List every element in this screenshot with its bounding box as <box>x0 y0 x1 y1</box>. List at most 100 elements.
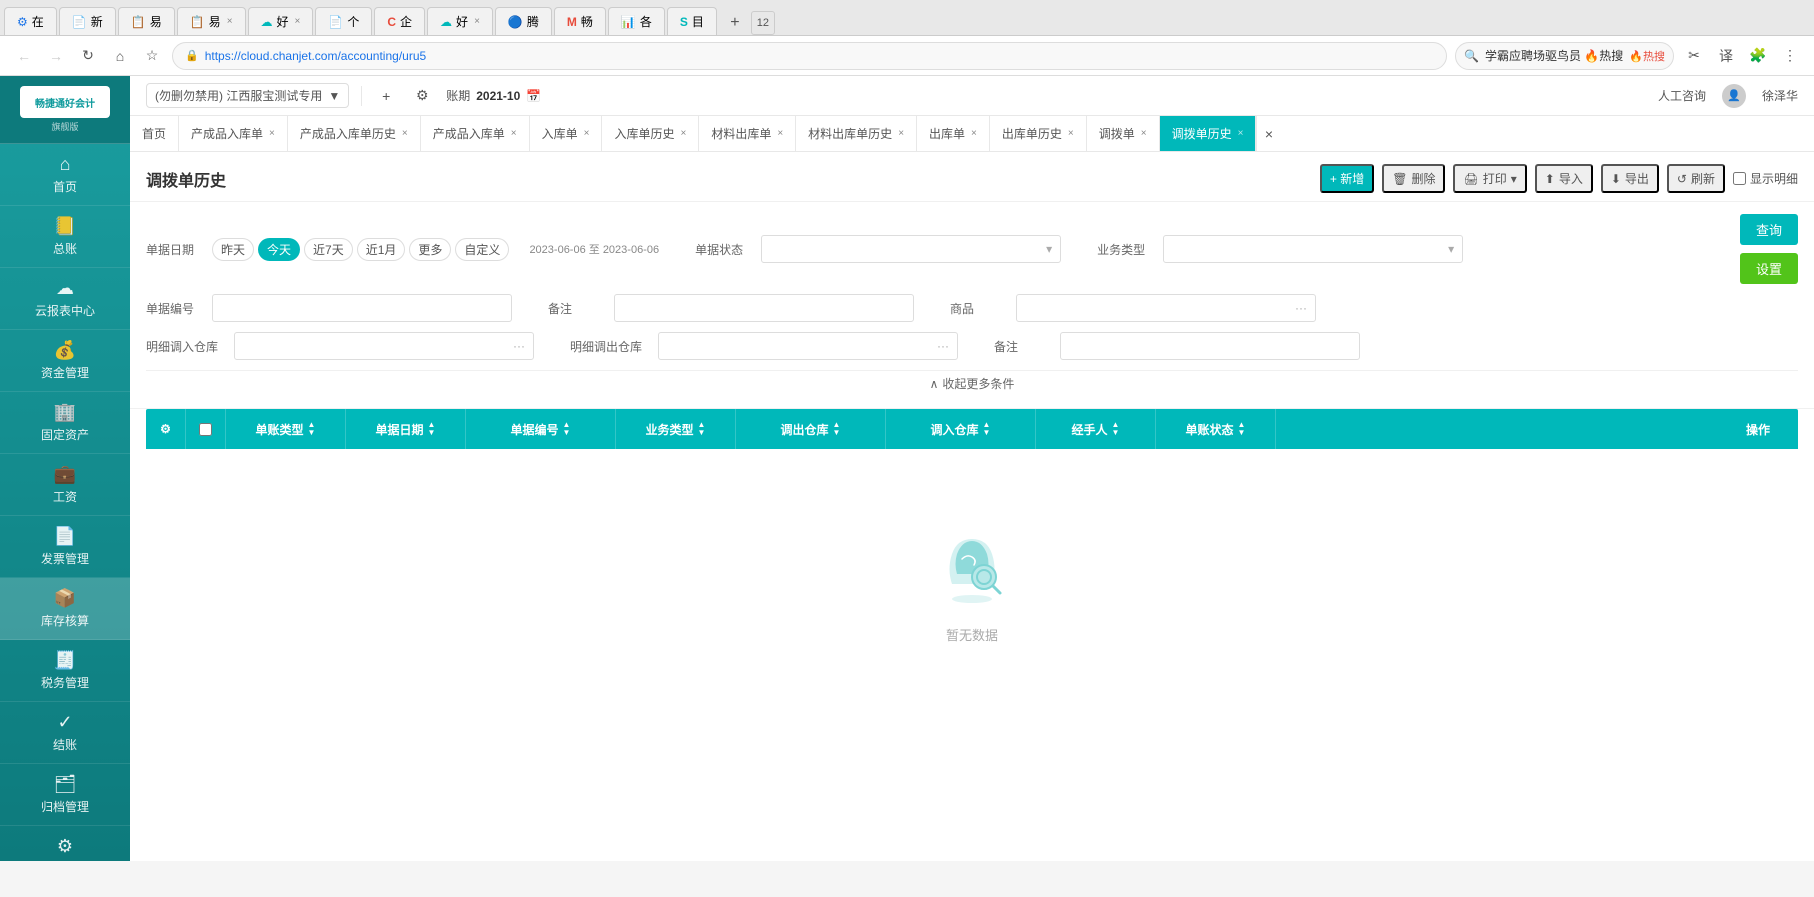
remark-input[interactable] <box>614 294 914 322</box>
display-checkbox[interactable] <box>1733 172 1746 185</box>
th-checkbox[interactable] <box>186 409 226 449</box>
nav-tab-out-hist[interactable]: 出库单历史 × <box>990 116 1087 152</box>
goods-input[interactable]: ··· <box>1016 294 1316 322</box>
browser-tab-8[interactable]: 🔵 腾 <box>495 7 552 35</box>
collapse-btn[interactable]: ∧ 收起更多条件 <box>146 370 1798 396</box>
new-btn[interactable]: + 新增 <box>1320 164 1374 193</box>
nav-tab-mat-out-hist[interactable]: 材料出库单历史 × <box>796 116 917 152</box>
nav-tab-stock-in-hist[interactable]: 入库单历史 × <box>602 116 699 152</box>
search-box[interactable]: 🔍 学霸应聘场驱鸟员 🔥热搜 🔥热搜 <box>1455 42 1674 70</box>
nav-tab-transfer[interactable]: 调拨单 × <box>1087 116 1160 152</box>
close-all-tabs-btn[interactable]: × <box>1256 116 1280 151</box>
browser-tab-1[interactable]: 📄 新 <box>59 7 116 35</box>
select-all-checkbox[interactable] <box>199 423 212 436</box>
nav-tab-stock-in[interactable]: 入库单 × <box>530 116 603 152</box>
nav-tab-close-stock-in-hist[interactable]: × <box>680 128 686 139</box>
nav-tab-close-out[interactable]: × <box>971 128 977 139</box>
th-settings[interactable]: ⚙ <box>146 409 186 449</box>
browser-tab-0[interactable]: ⚙ 在 <box>4 7 57 35</box>
home-btn[interactable]: ⌂ <box>108 44 132 68</box>
nav-tab-home[interactable]: 首页 <box>130 116 179 152</box>
settings-filter-btn[interactable]: 设置 <box>1740 253 1798 284</box>
nav-tab-close-purchase-in-hist[interactable]: × <box>402 128 408 139</box>
new-tab-btn[interactable]: + <box>723 11 747 35</box>
browser-tab-9[interactable]: M 畅 <box>554 7 606 35</box>
sidebar-item-ledger[interactable]: 📒 总账 <box>0 206 130 268</box>
extensions-btn[interactable]: 🧩 <box>1746 44 1770 68</box>
sidebar-item-invoice[interactable]: 📄 发票管理 <box>0 516 130 578</box>
sidebar-item-home[interactable]: ⌂ 首页 <box>0 144 130 206</box>
settings-company-btn[interactable]: ⚙ <box>410 84 434 108</box>
date-today[interactable]: 今天 <box>258 238 300 261</box>
import-btn[interactable]: ⬆ 导入 <box>1535 164 1593 193</box>
company-selector[interactable]: (勿删勿禁用) 江西服宝测试专用 ▼ <box>146 83 349 108</box>
sidebar-item-assets[interactable]: 🏢 固定资产 <box>0 392 130 454</box>
nav-tab-mat-out[interactable]: 材料出库单 × <box>699 116 796 152</box>
th-handler[interactable]: 经手人 ▲▼ <box>1036 409 1156 449</box>
th-out-warehouse[interactable]: 调出仓库 ▲▼ <box>736 409 886 449</box>
date-yesterday[interactable]: 昨天 <box>212 238 254 261</box>
date-more[interactable]: 更多 <box>409 238 451 261</box>
tab-close-7[interactable]: × <box>474 16 480 27</box>
nav-tab-close-transfer-hist[interactable]: × <box>1238 128 1244 139</box>
scissors-btn[interactable]: ✂ <box>1682 44 1706 68</box>
nav-tab-purchase-in2[interactable]: 产成品入库单 × <box>421 116 530 152</box>
sidebar-item-report[interactable]: ☁ 云报表中心 <box>0 268 130 330</box>
nav-tab-close-purchase-in[interactable]: × <box>269 128 275 139</box>
nav-tab-close-mat-out-hist[interactable]: × <box>898 128 904 139</box>
biz-filter-select[interactable]: ▾ <box>1163 235 1463 263</box>
date-7days[interactable]: 近7天 <box>304 238 353 261</box>
add-company-btn[interactable]: + <box>374 84 398 108</box>
tab-close-3[interactable]: × <box>227 16 233 27</box>
th-biz-type[interactable]: 业务类型 ▲▼ <box>616 409 736 449</box>
refresh-btn[interactable]: ↺ 刷新 <box>1667 164 1725 193</box>
tab-close-4[interactable]: × <box>295 16 301 27</box>
sidebar-item-close[interactable]: ✓ 结账 <box>0 702 130 764</box>
th-doc-status[interactable]: 单账状态 ▲▼ <box>1156 409 1276 449</box>
detail-in-input[interactable]: ··· <box>234 332 534 360</box>
browser-tab-7[interactable]: ☁ 好 × <box>427 7 493 35</box>
sidebar-item-settings[interactable]: ⚙ 基础设置 <box>0 826 130 861</box>
nav-tab-purchase-in[interactable]: 产成品入库单 × <box>179 116 288 152</box>
menu-btn[interactable]: ⋮ <box>1778 44 1802 68</box>
browser-tab-6[interactable]: C 企 <box>374 7 425 35</box>
export-btn[interactable]: ⬇ 导出 <box>1601 164 1659 193</box>
detail-out-input[interactable]: ··· <box>658 332 958 360</box>
remark2-input[interactable] <box>1060 332 1360 360</box>
nav-tab-purchase-in-hist[interactable]: 产成品入库单历史 × <box>288 116 421 152</box>
translate-btn[interactable]: 译 <box>1714 44 1738 68</box>
browser-tab-11[interactable]: S 目 <box>667 7 717 35</box>
browser-tab-10[interactable]: 📊 各 <box>608 7 665 35</box>
nav-tab-close-stock-in[interactable]: × <box>584 128 590 139</box>
refresh-browser-btn[interactable]: ↻ <box>76 44 100 68</box>
back-btn[interactable]: ← <box>12 44 36 68</box>
th-doc-no[interactable]: 单据编号 ▲▼ <box>466 409 616 449</box>
th-in-warehouse[interactable]: 调入仓库 ▲▼ <box>886 409 1036 449</box>
browser-tab-2[interactable]: 📋 易 <box>118 7 175 35</box>
address-bar[interactable]: 🔒 https://cloud.chanjet.com/accounting/u… <box>172 42 1447 70</box>
query-btn[interactable]: 查询 <box>1740 214 1798 245</box>
service-btn[interactable]: 人工咨询 <box>1658 87 1706 104</box>
th-doc-type[interactable]: 单账类型 ▲▼ <box>226 409 346 449</box>
nav-tab-close-out-hist[interactable]: × <box>1068 128 1074 139</box>
sidebar-item-inventory[interactable]: 📦 库存核算 <box>0 578 130 640</box>
date-1month[interactable]: 近1月 <box>357 238 406 261</box>
browser-tab-3[interactable]: 📋 易 × <box>177 7 246 35</box>
nav-tab-close-transfer[interactable]: × <box>1141 128 1147 139</box>
nav-tab-close-mat-out[interactable]: × <box>777 128 783 139</box>
sidebar-item-salary[interactable]: 💼 工资 <box>0 454 130 516</box>
print-btn[interactable]: 🖨 打印 ▾ <box>1453 164 1526 193</box>
date-custom[interactable]: 自定义 <box>455 238 509 261</box>
browser-tab-4[interactable]: ☁ 好 × <box>248 7 314 35</box>
nav-tab-transfer-hist[interactable]: 调拨单历史 × <box>1160 116 1257 152</box>
delete-btn[interactable]: 🗑 删除 <box>1382 164 1445 193</box>
browser-tab-5[interactable]: 📄 个 <box>315 7 372 35</box>
display-toggle[interactable]: 显示明细 <box>1733 170 1798 187</box>
nav-tab-out[interactable]: 出库单 × <box>917 116 990 152</box>
doc-no-input[interactable] <box>212 294 512 322</box>
tab-count[interactable]: 12 <box>751 11 775 35</box>
sidebar-item-archive[interactable]: 🗂 归档管理 <box>0 764 130 826</box>
status-filter-select[interactable]: ▾ <box>761 235 1061 263</box>
sidebar-item-fund[interactable]: 💰 资金管理 <box>0 330 130 392</box>
th-doc-date[interactable]: 单据日期 ▲▼ <box>346 409 466 449</box>
